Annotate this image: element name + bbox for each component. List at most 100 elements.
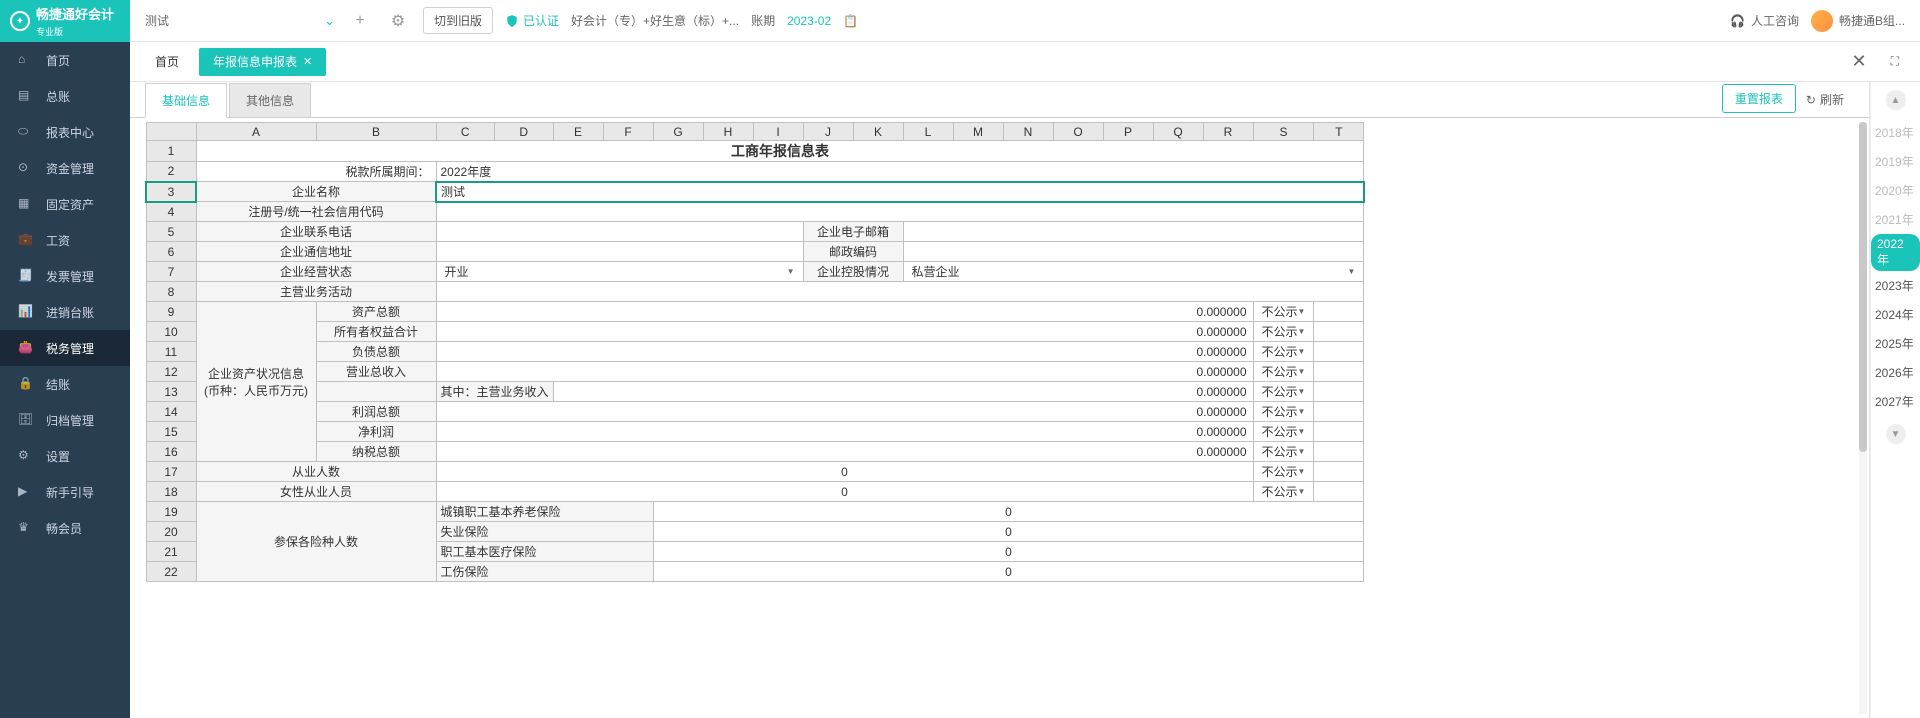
female-employees-cell[interactable]: 0 <box>436 482 1253 502</box>
nav-item-6[interactable]: 🧾发票管理 <box>0 258 130 294</box>
pub-select[interactable]: 不公示▼ <box>1253 382 1314 402</box>
pub-select[interactable]: 不公示▼ <box>1253 342 1314 362</box>
col-header[interactable]: P <box>1103 123 1153 141</box>
nav-item-13[interactable]: ♛畅会员 <box>0 510 130 546</box>
holding-cell[interactable]: 私营企业▼ <box>903 262 1364 282</box>
nav-item-9[interactable]: 🔒结账 <box>0 366 130 402</box>
nav-item-2[interactable]: ⬭报表中心 <box>0 114 130 150</box>
company-name-cell[interactable]: 测试 <box>436 182 1364 202</box>
col-header[interactable]: S <box>1253 123 1314 141</box>
col-header[interactable]: K <box>853 123 903 141</box>
year-item[interactable]: 2019年 <box>1871 147 1920 176</box>
tab-annual-report[interactable]: 年报信息申报表 ✕ <box>199 48 326 76</box>
close-icon[interactable]: ✕ <box>303 55 312 68</box>
year-item[interactable]: 2020年 <box>1871 176 1920 205</box>
nav-item-12[interactable]: ▶新手引导 <box>0 474 130 510</box>
support-link[interactable]: 🎧 人工咨询 <box>1730 12 1799 29</box>
year-item[interactable]: 2024年 <box>1871 300 1920 329</box>
col-header[interactable]: L <box>903 123 953 141</box>
subtab-basic[interactable]: 基础信息 <box>145 83 227 118</box>
unemployment-cell[interactable]: 0 <box>653 522 1364 542</box>
total-assets-cell[interactable]: 0.000000 <box>436 302 1253 322</box>
nav-item-0[interactable]: ⌂首页 <box>0 42 130 78</box>
medical-cell[interactable]: 0 <box>653 542 1364 562</box>
pension-cell[interactable]: 0 <box>653 502 1364 522</box>
col-header[interactable]: F <box>603 123 653 141</box>
liabilities-cell[interactable]: 0.000000 <box>436 342 1253 362</box>
nav-item-10[interactable]: 🗄归档管理 <box>0 402 130 438</box>
col-header[interactable]: D <box>495 123 554 141</box>
col-header[interactable]: H <box>703 123 753 141</box>
spreadsheet[interactable]: ABCDEFGHIJKLMNOPQRST 1工商年报信息表 2税款所属期间：20… <box>130 118 1869 718</box>
nav-item-11[interactable]: ⚙设置 <box>0 438 130 474</box>
year-item[interactable]: 2023年 <box>1871 271 1920 300</box>
period-value-cell[interactable]: 2022年度 <box>436 162 1364 182</box>
year-item[interactable]: 2026年 <box>1871 358 1920 387</box>
col-header[interactable]: R <box>1203 123 1253 141</box>
tax-cell[interactable]: 0.000000 <box>436 442 1253 462</box>
phone-cell[interactable] <box>436 222 803 242</box>
col-header[interactable]: I <box>753 123 803 141</box>
col-header[interactable]: Q <box>1153 123 1203 141</box>
switch-old-button[interactable]: 切到旧版 <box>423 7 493 34</box>
add-icon[interactable]: + <box>347 8 373 34</box>
gear-icon[interactable]: ⚙ <box>385 8 411 34</box>
col-header[interactable]: G <box>653 123 703 141</box>
user-menu[interactable]: 畅捷通B组... <box>1811 10 1905 32</box>
year-item[interactable]: 2027年 <box>1871 387 1920 416</box>
employees-cell[interactable]: 0 <box>436 462 1253 482</box>
reg-number-cell[interactable] <box>436 202 1364 222</box>
expand-icon[interactable]: ⛶ <box>1885 54 1905 69</box>
pub-select[interactable]: 不公示▼ <box>1253 442 1314 462</box>
main-revenue-cell[interactable]: 0.000000 <box>553 382 1253 402</box>
profit-cell[interactable]: 0.000000 <box>436 402 1253 422</box>
col-header[interactable]: N <box>1003 123 1053 141</box>
email-cell[interactable] <box>903 222 1364 242</box>
col-header[interactable]: E <box>553 123 603 141</box>
subtab-other[interactable]: 其他信息 <box>229 83 311 117</box>
pub-select[interactable]: 不公示▼ <box>1253 462 1314 482</box>
col-header[interactable]: A <box>196 123 316 141</box>
nav-item-5[interactable]: 💼工资 <box>0 222 130 258</box>
nav-item-4[interactable]: ▦固定资产 <box>0 186 130 222</box>
pub-select[interactable]: 不公示▼ <box>1253 362 1314 382</box>
revenue-cell[interactable]: 0.000000 <box>436 362 1253 382</box>
col-header[interactable]: J <box>803 123 853 141</box>
year-down-icon[interactable]: ▼ <box>1886 424 1906 444</box>
scroll-thumb[interactable] <box>1859 122 1867 452</box>
status-cell[interactable]: 开业▼ <box>436 262 803 282</box>
net-profit-cell[interactable]: 0.000000 <box>436 422 1253 442</box>
period-browse-icon[interactable]: 📋 <box>843 14 858 28</box>
address-cell[interactable] <box>436 242 803 262</box>
pub-select[interactable]: 不公示▼ <box>1253 322 1314 342</box>
pub-select[interactable]: 不公示▼ <box>1253 422 1314 442</box>
company-selector[interactable]: 测试 ⌄ <box>145 8 335 34</box>
pub-select[interactable]: 不公示▼ <box>1253 402 1314 422</box>
pub-select[interactable]: 不公示▼ <box>1253 482 1314 502</box>
nav-item-1[interactable]: ▤总账 <box>0 78 130 114</box>
vertical-scrollbar[interactable] <box>1859 122 1867 714</box>
col-header[interactable]: M <box>953 123 1003 141</box>
year-item[interactable]: 2021年 <box>1871 205 1920 234</box>
tab-home[interactable]: 首页 <box>145 53 189 70</box>
col-header[interactable]: O <box>1053 123 1103 141</box>
year-up-icon[interactable]: ▲ <box>1886 90 1906 110</box>
nav-item-7[interactable]: 📊进销台账 <box>0 294 130 330</box>
nav-item-8[interactable]: 👛税务管理 <box>0 330 130 366</box>
refresh-button[interactable]: ↻ 刷新 <box>1796 86 1854 113</box>
injury-cell[interactable]: 0 <box>653 562 1364 582</box>
main-biz-cell[interactable] <box>436 282 1364 302</box>
year-item[interactable]: 2022年 <box>1871 234 1920 271</box>
close-all-icon[interactable]: ✕ <box>1844 51 1875 72</box>
pub-select[interactable]: 不公示▼ <box>1253 302 1314 322</box>
col-header[interactable]: C <box>436 123 495 141</box>
year-item[interactable]: 2025年 <box>1871 329 1920 358</box>
period-value[interactable]: 2023-02 <box>787 14 831 28</box>
reset-button[interactable]: 重置报表 <box>1722 84 1796 113</box>
postcode-cell[interactable] <box>903 242 1364 262</box>
equity-cell[interactable]: 0.000000 <box>436 322 1253 342</box>
nav-item-3[interactable]: ⊙资金管理 <box>0 150 130 186</box>
col-header[interactable]: B <box>316 123 436 141</box>
year-item[interactable]: 2018年 <box>1871 118 1920 147</box>
col-header[interactable]: T <box>1314 123 1364 141</box>
